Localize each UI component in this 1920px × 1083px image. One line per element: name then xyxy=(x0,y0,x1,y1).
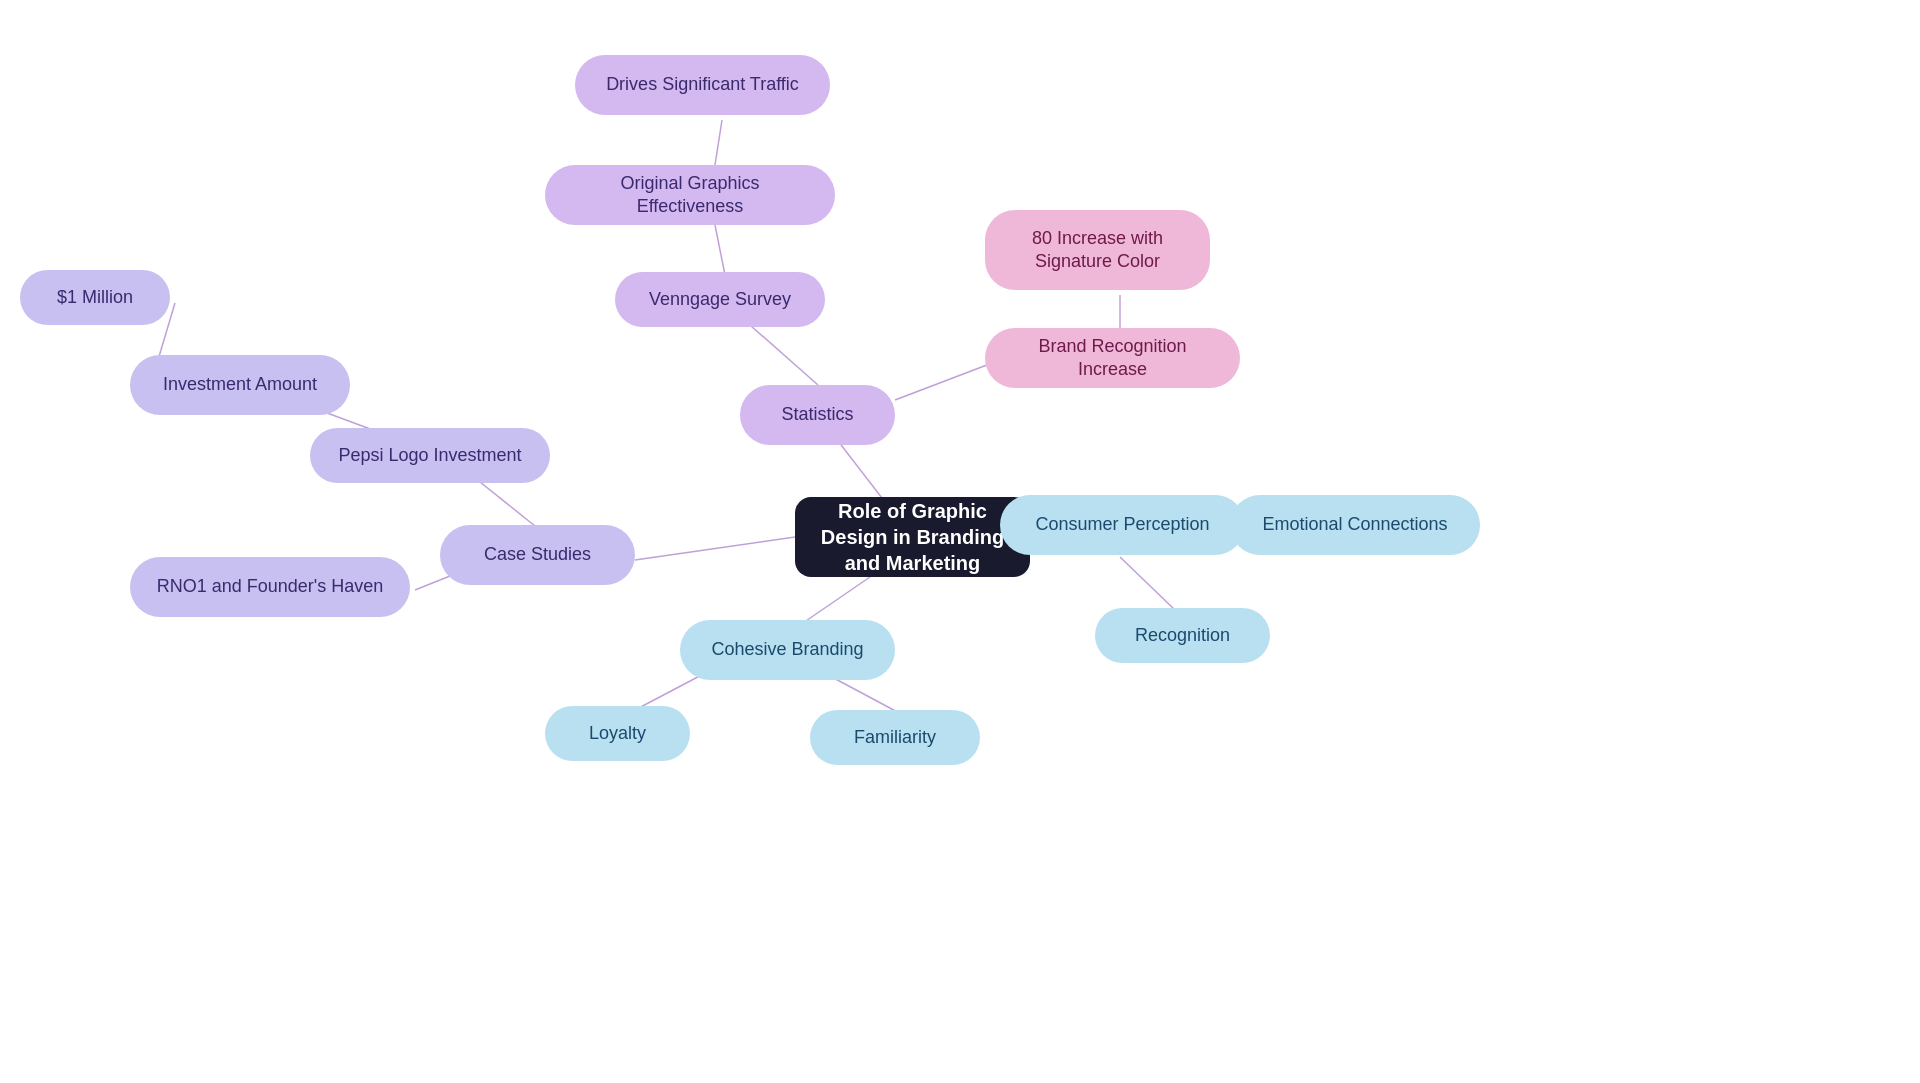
center-node: Role of Graphic Design in Branding and M… xyxy=(795,497,1030,577)
original-graphics-node: Original Graphics Effectiveness xyxy=(545,165,835,225)
cohesive-branding-node: Cohesive Branding xyxy=(680,620,895,680)
familiarity-node: Familiarity xyxy=(810,710,980,765)
consumer-perception-node: Consumer Perception xyxy=(1000,495,1245,555)
venngage-survey-node: Venngage Survey xyxy=(615,272,825,327)
svg-line-16 xyxy=(1120,557,1175,610)
svg-line-4 xyxy=(895,360,1000,400)
svg-line-2 xyxy=(715,225,725,275)
pepsi-logo-node: Pepsi Logo Investment xyxy=(310,428,550,483)
statistics-node: Statistics xyxy=(740,385,895,445)
case-studies-node: Case Studies xyxy=(440,525,635,585)
eighty-increase-node: 80 Increase with Signature Color xyxy=(985,210,1210,290)
rno1-founders-node: RNO1 and Founder's Haven xyxy=(130,557,410,617)
emotional-connections-node: Emotional Connections xyxy=(1230,495,1480,555)
drives-traffic-node: Drives Significant Traffic xyxy=(575,55,830,115)
svg-line-6 xyxy=(635,537,795,560)
brand-recognition-node: Brand Recognition Increase xyxy=(985,328,1240,388)
investment-amount-node: Investment Amount xyxy=(130,355,350,415)
svg-line-3 xyxy=(715,120,722,165)
recognition-node: Recognition xyxy=(1095,608,1270,663)
loyalty-node: Loyalty xyxy=(545,706,690,761)
svg-line-11 xyxy=(800,577,870,625)
one-million-node: $1 Million xyxy=(20,270,170,325)
